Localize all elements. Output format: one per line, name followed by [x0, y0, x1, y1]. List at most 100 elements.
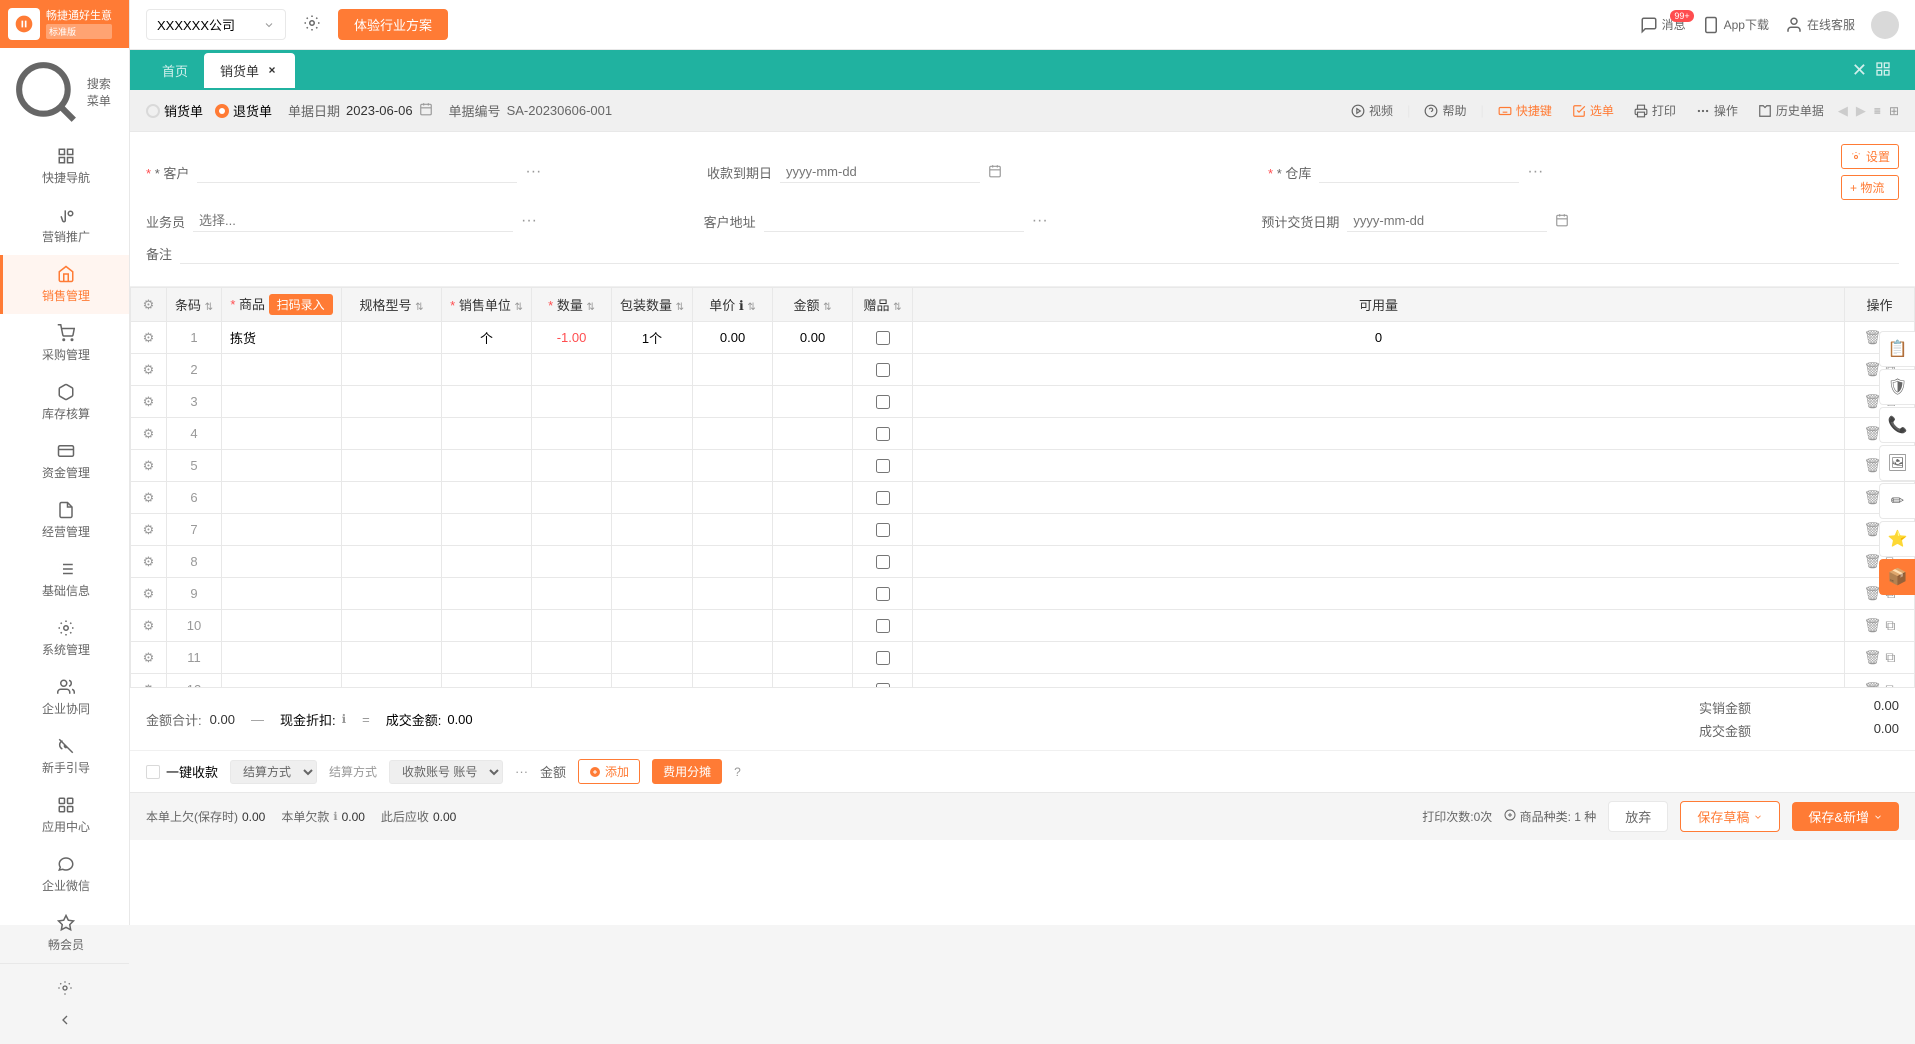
row-spec[interactable]: [342, 674, 442, 688]
row-product[interactable]: [222, 482, 342, 514]
row-unit-price[interactable]: [693, 578, 773, 610]
row-product[interactable]: [222, 418, 342, 450]
row-spec[interactable]: [342, 386, 442, 418]
gift-checkbox[interactable]: [876, 683, 890, 688]
row-amount[interactable]: 0.00: [773, 322, 853, 354]
row-gear[interactable]: ⚙: [131, 386, 167, 418]
row-gear[interactable]: ⚙: [131, 322, 167, 354]
gift-checkbox[interactable]: [876, 395, 890, 409]
video-btn[interactable]: 视频: [1345, 100, 1399, 121]
scan-btn[interactable]: 扫码录入: [269, 294, 333, 315]
row-unit[interactable]: [442, 674, 532, 688]
copy-row-icon[interactable]: ⧉: [1885, 617, 1895, 634]
copy-row-icon[interactable]: ⧉: [1885, 649, 1895, 666]
row-product[interactable]: [222, 578, 342, 610]
bill-debit-info[interactable]: ℹ: [333, 810, 337, 823]
row-spec[interactable]: [342, 578, 442, 610]
row-qty[interactable]: [532, 610, 612, 642]
gift-checkbox[interactable]: [876, 459, 890, 473]
row-unit-price[interactable]: [693, 450, 773, 482]
row-spec[interactable]: [342, 450, 442, 482]
row-gift[interactable]: [853, 546, 913, 578]
settlement-dots[interactable]: 结算方式: [329, 763, 377, 780]
float-clipboard-btn[interactable]: 📋: [1879, 331, 1915, 367]
row-gift[interactable]: [853, 578, 913, 610]
tab-sales-order[interactable]: 销货单: [204, 53, 295, 88]
row-pack-qty[interactable]: [612, 386, 693, 418]
row-gift[interactable]: [853, 610, 913, 642]
row-gear[interactable]: ⚙: [131, 578, 167, 610]
row-unit[interactable]: [442, 354, 532, 386]
row-gift[interactable]: [853, 482, 913, 514]
row-pack-qty[interactable]: [612, 610, 693, 642]
row-gear[interactable]: ⚙: [131, 482, 167, 514]
row-gift[interactable]: [853, 450, 913, 482]
gift-checkbox[interactable]: [876, 363, 890, 377]
row-unit-price[interactable]: [693, 386, 773, 418]
row-gear[interactable]: ⚙: [131, 546, 167, 578]
row-spec[interactable]: [342, 322, 442, 354]
add-payment-btn[interactable]: 添加: [578, 759, 640, 784]
row-qty[interactable]: [532, 354, 612, 386]
row-amount[interactable]: [773, 482, 853, 514]
row-pack-qty[interactable]: [612, 546, 693, 578]
row-amount[interactable]: [773, 546, 853, 578]
delete-row-icon[interactable]: 🗑: [1864, 649, 1882, 666]
account-select[interactable]: 收款账号 账号: [389, 760, 503, 784]
row-spec[interactable]: [342, 546, 442, 578]
row-spec[interactable]: [342, 354, 442, 386]
settings-icon-btn[interactable]: [298, 9, 326, 40]
row-qty[interactable]: [532, 482, 612, 514]
float-orange-btn[interactable]: 📦: [1879, 559, 1915, 595]
date-value[interactable]: 2023-06-06: [346, 103, 413, 118]
sidebar-item-guide[interactable]: 新手引导: [0, 727, 129, 786]
message-btn[interactable]: 消息 99+: [1640, 16, 1686, 34]
radio-sales[interactable]: 销货单: [146, 101, 203, 120]
row-unit[interactable]: [442, 642, 532, 674]
due-date-calendar-icon[interactable]: [988, 164, 1002, 181]
row-spec[interactable]: [342, 642, 442, 674]
row-qty[interactable]: [532, 514, 612, 546]
row-product[interactable]: [222, 642, 342, 674]
sidebar-item-purchase[interactable]: 采购管理: [0, 314, 129, 373]
row-product[interactable]: [222, 354, 342, 386]
row-pack-qty[interactable]: [612, 578, 693, 610]
row-product[interactable]: [222, 450, 342, 482]
row-amount[interactable]: [773, 418, 853, 450]
due-date-input[interactable]: [780, 161, 980, 183]
row-qty[interactable]: [532, 578, 612, 610]
tab-close-icon[interactable]: [265, 63, 279, 77]
row-spec[interactable]: [342, 514, 442, 546]
row-amount[interactable]: [773, 610, 853, 642]
sidebar-item-quick-nav[interactable]: 快捷导航: [0, 137, 129, 196]
row-gift[interactable]: [853, 418, 913, 450]
payment-help-icon[interactable]: ?: [734, 765, 741, 779]
save-draft-btn[interactable]: 保存草稿: [1680, 801, 1780, 832]
row-qty[interactable]: [532, 674, 612, 688]
row-qty[interactable]: [532, 386, 612, 418]
row-product[interactable]: [222, 546, 342, 578]
row-unit[interactable]: [442, 514, 532, 546]
one-click-checkbox[interactable]: 一键收款: [146, 762, 218, 781]
select-order-btn[interactable]: 选单: [1566, 100, 1620, 121]
sidebar-collapse[interactable]: [0, 1004, 129, 1036]
help-btn[interactable]: 帮助: [1418, 100, 1472, 121]
account-dots[interactable]: ···: [515, 764, 528, 779]
online-service-btn[interactable]: 在线客服: [1785, 16, 1855, 34]
shortcut-btn[interactable]: 快捷键: [1492, 100, 1558, 121]
float-star-btn[interactable]: ⭐: [1879, 521, 1915, 557]
gift-checkbox[interactable]: [876, 619, 890, 633]
delete-row-icon[interactable]: 🗑: [1864, 681, 1882, 687]
row-unit-price[interactable]: [693, 418, 773, 450]
sidebar-item-operations[interactable]: 经营管理: [0, 491, 129, 550]
row-pack-qty[interactable]: [612, 418, 693, 450]
discount-info-icon[interactable]: ℹ: [342, 712, 347, 726]
row-unit-price[interactable]: [693, 514, 773, 546]
expand-tab-btn[interactable]: [1875, 61, 1891, 80]
row-qty[interactable]: [532, 642, 612, 674]
row-amount[interactable]: [773, 450, 853, 482]
row-unit[interactable]: [442, 450, 532, 482]
sidebar-item-apps[interactable]: 应用中心: [0, 786, 129, 845]
app-download-btn[interactable]: App下载: [1702, 16, 1769, 34]
row-unit-price[interactable]: [693, 610, 773, 642]
